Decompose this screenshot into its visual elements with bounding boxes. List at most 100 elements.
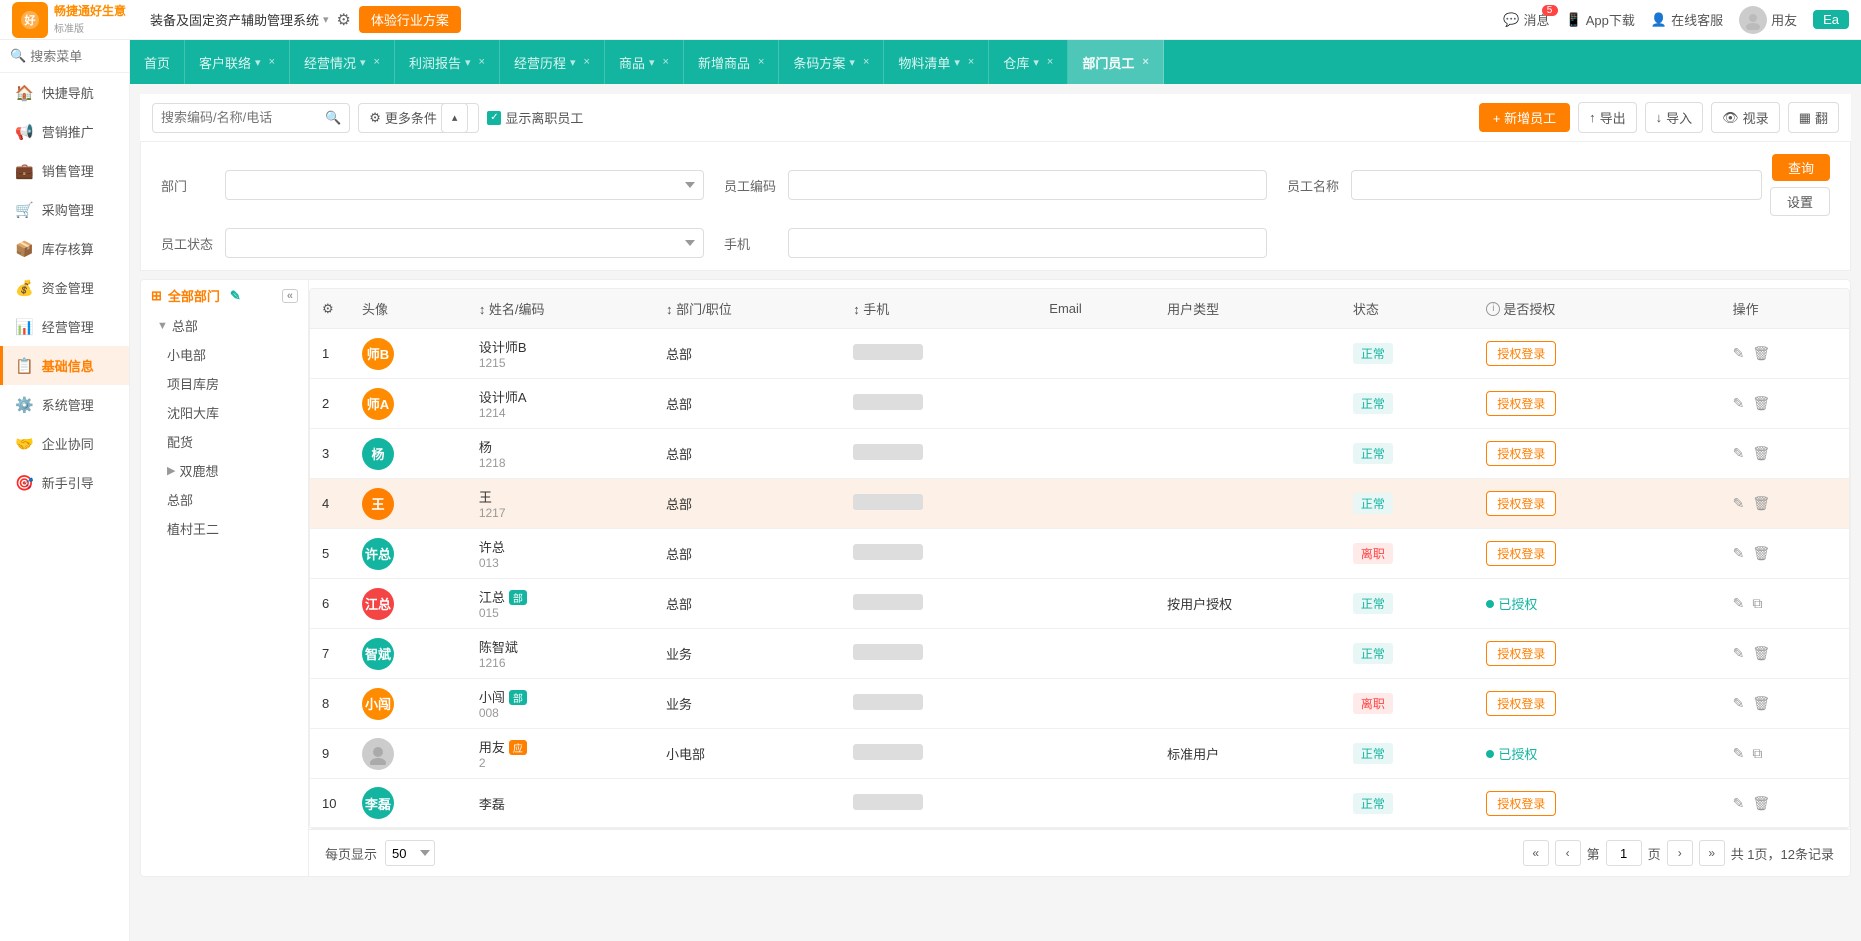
dept-item-headquarters[interactable]: 总部 bbox=[151, 485, 308, 514]
auth-button[interactable]: 授权登录 bbox=[1486, 691, 1556, 716]
emp-name-input[interactable] bbox=[1351, 170, 1762, 200]
edit-icon[interactable]: ✎ bbox=[1733, 395, 1745, 412]
edit-icon[interactable]: ✎ bbox=[1733, 795, 1745, 812]
sidebar-item-collab[interactable]: 🤝 企业协同 bbox=[0, 424, 129, 463]
tab-warehouse[interactable]: 仓库 ▾ × bbox=[989, 40, 1068, 84]
system-dropdown-icon[interactable]: ▾ bbox=[323, 13, 329, 26]
col-phone[interactable]: ↕ 手机 bbox=[841, 289, 1037, 329]
tab-profit-close[interactable]: × bbox=[479, 56, 485, 68]
col-dept-pos[interactable]: ↕ 部门/职位 bbox=[654, 289, 841, 329]
more-filters-button[interactable]: ⚙ 更多条件 ▴ bbox=[358, 103, 479, 133]
sidebar-item-sales[interactable]: 💼 销售管理 bbox=[0, 151, 129, 190]
delete-icon[interactable]: 🗑 bbox=[1752, 495, 1770, 512]
copy-icon[interactable]: ⧉ bbox=[1752, 595, 1762, 612]
tab-goods-close[interactable]: × bbox=[663, 56, 669, 68]
delete-icon[interactable]: 🗑 bbox=[1752, 345, 1770, 362]
show-former-checkbox[interactable]: ✓ 显示离职员工 bbox=[487, 108, 583, 127]
delete-icon[interactable]: 🗑 bbox=[1752, 395, 1770, 412]
next-page-button[interactable]: › bbox=[1667, 840, 1693, 866]
auth-button[interactable]: 授权登录 bbox=[1486, 441, 1556, 466]
tab-profit[interactable]: 利润报告 ▾ × bbox=[395, 40, 500, 84]
emp-code-input[interactable] bbox=[788, 170, 1267, 200]
tab-ops-close[interactable]: × bbox=[374, 56, 380, 68]
col-name-code[interactable]: ↕ 姓名/编码 bbox=[467, 289, 654, 329]
auth-button[interactable]: 授权登录 bbox=[1486, 491, 1556, 516]
sidebar-item-system[interactable]: ⚙️ 系统管理 bbox=[0, 385, 129, 424]
import-button[interactable]: ↓ 导入 bbox=[1645, 102, 1704, 133]
collapse-dept-icon[interactable]: « bbox=[282, 289, 298, 303]
tab-history-close[interactable]: × bbox=[584, 56, 590, 68]
edit-icon[interactable]: ✎ bbox=[1733, 495, 1745, 512]
settings-columns-button[interactable]: ▦ 翻 bbox=[1788, 102, 1839, 133]
tab-customer[interactable]: 客户联络 ▾ × bbox=[185, 40, 290, 84]
dept-item-hq[interactable]: ▼ 总部 bbox=[141, 311, 308, 340]
messages-button[interactable]: 💬 消息 5 bbox=[1503, 10, 1549, 29]
sidebar-item-operations[interactable]: 📊 经营管理 bbox=[0, 307, 129, 346]
tab-history[interactable]: 经营历程 ▾ × bbox=[500, 40, 605, 84]
delete-icon[interactable]: 🗑 bbox=[1752, 545, 1770, 562]
set-button[interactable]: 设置 bbox=[1770, 187, 1830, 216]
settings-icon[interactable]: ⚙ bbox=[337, 10, 351, 30]
tab-bom-close[interactable]: × bbox=[968, 56, 974, 68]
tab-barcode-close[interactable]: × bbox=[863, 56, 869, 68]
prev-page-button[interactable]: ‹ bbox=[1555, 840, 1581, 866]
sidebar-item-marketing[interactable]: 📢 营销推广 bbox=[0, 112, 129, 151]
search-icon[interactable]: 🔍 bbox=[325, 110, 341, 126]
user-menu[interactable]: 用友 bbox=[1739, 6, 1797, 34]
query-button[interactable]: 查询 bbox=[1772, 154, 1830, 181]
auth-button[interactable]: 授权登录 bbox=[1486, 541, 1556, 566]
sidebar-item-finance[interactable]: 💰 资金管理 bbox=[0, 268, 129, 307]
edit-icon[interactable]: ✎ bbox=[1733, 345, 1745, 362]
dept-item-delivery[interactable]: 配货 bbox=[151, 427, 308, 456]
export-button[interactable]: ↑ 导出 bbox=[1578, 102, 1637, 133]
delete-icon[interactable]: 🗑 bbox=[1752, 645, 1770, 662]
dept-item-shuanglu[interactable]: ▶ 双鹿想 bbox=[151, 456, 308, 485]
sidebar-item-guide[interactable]: 🎯 新手引导 bbox=[0, 463, 129, 502]
first-page-button[interactable]: « bbox=[1523, 840, 1549, 866]
tab-goods[interactable]: 商品 ▾ × bbox=[605, 40, 684, 84]
add-employee-button[interactable]: + 新增员工 bbox=[1479, 103, 1570, 132]
sidebar-item-inventory[interactable]: 📦 库存核算 bbox=[0, 229, 129, 268]
delete-icon[interactable]: 🗑 bbox=[1752, 445, 1770, 462]
dept-item-shenyang[interactable]: 沈阳大库 bbox=[151, 398, 308, 427]
tab-operations-status[interactable]: 经营情况 ▾ × bbox=[290, 40, 395, 84]
last-page-button[interactable]: » bbox=[1699, 840, 1725, 866]
phone-input[interactable] bbox=[788, 228, 1267, 258]
tab-barcode[interactable]: 条码方案 ▾ × bbox=[779, 40, 884, 84]
ea-badge[interactable]: Ea bbox=[1813, 10, 1849, 29]
delete-icon[interactable]: 🗑 bbox=[1752, 695, 1770, 712]
app-download-button[interactable]: 📱 App下载 bbox=[1566, 10, 1635, 29]
tab-add-goods-close[interactable]: × bbox=[758, 56, 764, 68]
tab-customer-close[interactable]: × bbox=[269, 56, 275, 68]
edit-icon[interactable]: ✎ bbox=[1733, 445, 1745, 462]
tab-add-goods[interactable]: 新增商品 × bbox=[684, 40, 779, 84]
page-size-select[interactable]: 50 20 100 bbox=[385, 840, 435, 866]
sidebar-item-quick-nav[interactable]: 🏠 快捷导航 bbox=[0, 73, 129, 112]
auth-button[interactable]: 授权登录 bbox=[1486, 341, 1556, 366]
edit-dept-icon[interactable]: ✎ bbox=[230, 288, 241, 304]
edit-icon[interactable]: ✎ bbox=[1733, 745, 1745, 762]
edit-icon[interactable]: ✎ bbox=[1733, 545, 1745, 562]
tab-bom[interactable]: 物料清单 ▾ × bbox=[884, 40, 989, 84]
dept-select[interactable] bbox=[225, 170, 704, 200]
auth-button[interactable]: 授权登录 bbox=[1486, 391, 1556, 416]
tab-employees[interactable]: 部门员工 × bbox=[1068, 40, 1163, 84]
edit-icon[interactable]: ✎ bbox=[1733, 595, 1745, 612]
sidebar-item-basic-info[interactable]: 📋 基础信息 bbox=[0, 346, 129, 385]
auth-button[interactable]: 授权登录 bbox=[1486, 641, 1556, 666]
dept-item-project-warehouse[interactable]: 项目库房 bbox=[151, 369, 308, 398]
status-select[interactable] bbox=[225, 228, 704, 258]
tab-warehouse-close[interactable]: × bbox=[1047, 56, 1053, 68]
tab-employees-close[interactable]: × bbox=[1142, 56, 1148, 68]
trial-button[interactable]: 体验行业方案 bbox=[359, 6, 461, 33]
online-service-button[interactable]: 👤 在线客服 bbox=[1651, 10, 1723, 29]
copy-icon[interactable]: ⧉ bbox=[1752, 745, 1762, 762]
dept-item-small-elec[interactable]: 小电部 bbox=[151, 340, 308, 369]
search-input[interactable] bbox=[30, 49, 115, 64]
tab-home[interactable]: 首页 bbox=[130, 40, 185, 84]
sidebar-item-purchase[interactable]: 🛒 采购管理 bbox=[0, 190, 129, 229]
search-input[interactable] bbox=[161, 110, 321, 125]
auth-button[interactable]: 授权登录 bbox=[1486, 791, 1556, 816]
edit-icon[interactable]: ✎ bbox=[1733, 645, 1745, 662]
view-button[interactable]: 👁 视录 bbox=[1711, 102, 1780, 133]
